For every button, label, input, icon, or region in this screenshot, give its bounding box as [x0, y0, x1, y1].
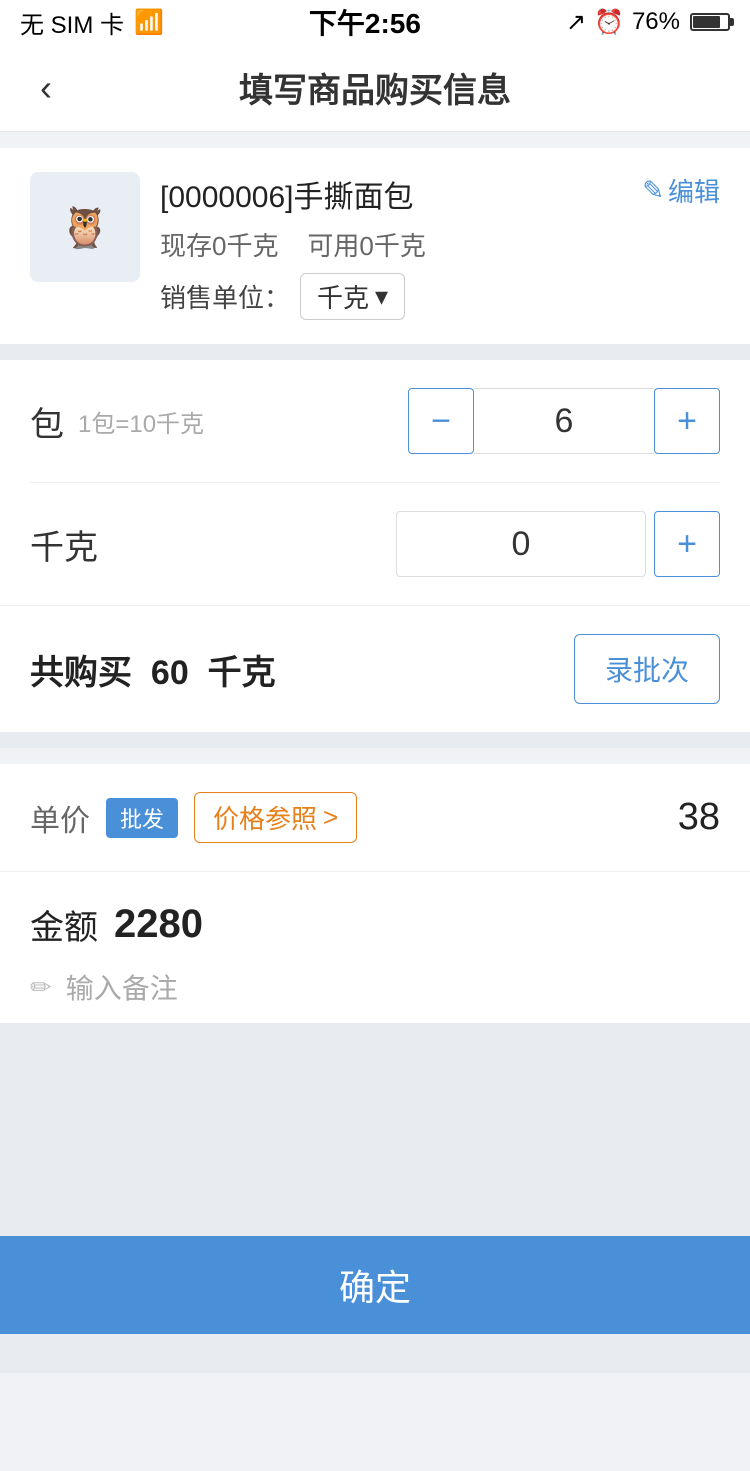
confirm-button[interactable]: 确定: [0, 1236, 750, 1334]
edit-icon: ✎: [642, 175, 664, 206]
qty-input-bao[interactable]: [474, 388, 654, 454]
price-label: 单价: [30, 796, 90, 840]
unit-dropdown-icon: ▾: [375, 281, 388, 312]
edit-label: 编辑: [668, 172, 720, 209]
price-tag: 批发: [106, 798, 178, 838]
pencil-icon: ✏: [30, 972, 52, 1003]
amount-row: 金额 2280: [30, 900, 720, 949]
alarm-icon: ⏰: [594, 8, 624, 37]
status-right: ↗ ⏰ 76%: [566, 8, 730, 37]
amount-label: 金额: [30, 900, 98, 949]
batch-button[interactable]: 录批次: [574, 634, 720, 704]
price-ref-button[interactable]: 价格参照 >: [194, 792, 357, 843]
location-icon: ↗: [566, 8, 586, 37]
nav-bar: ‹ 填写商品购买信息: [0, 44, 750, 132]
price-value: 38: [678, 796, 720, 839]
total-section: 共购买 60 千克 录批次: [0, 605, 750, 732]
page-title: 填写商品购买信息: [239, 63, 511, 112]
product-card: 🦉 [0000006]手撕面包 ✎ 编辑 现存0千克 可用0千克 销售单位： 千…: [0, 148, 750, 344]
total-amount: 60: [151, 654, 189, 692]
qty-plus-button[interactable]: +: [654, 388, 720, 454]
qty-minus-button[interactable]: −: [408, 388, 474, 454]
wifi-icon: 📶: [134, 8, 164, 37]
qty-plus-kg-button[interactable]: +: [654, 511, 720, 577]
status-bar: 无 SIM 卡 📶 下午2:56 ↗ ⏰ 76%: [0, 0, 750, 44]
unit-label: 销售单位：: [160, 278, 290, 315]
amount-value: 2280: [114, 902, 203, 947]
stock-text: 现存0千克: [160, 231, 278, 261]
section-divider-1: [0, 344, 750, 360]
product-stock: 现存0千克 可用0千克: [160, 226, 720, 263]
price-section: 单价 批发 价格参照 > 38: [0, 764, 750, 871]
product-thumb-icon: 🦉: [60, 204, 110, 251]
product-info: [0000006]手撕面包 ✎ 编辑 现存0千克 可用0千克 销售单位： 千克 …: [160, 172, 720, 320]
qty-label-kg: 千克: [30, 520, 98, 569]
battery-text: 76%: [632, 8, 680, 36]
section-divider-2: [0, 732, 750, 748]
qty-input-kg[interactable]: [396, 511, 646, 577]
unit-value: 千克: [317, 278, 369, 315]
quantity-controls-bao: − +: [408, 388, 720, 454]
amount-section: 金额 2280 ✏ 输入备注: [0, 871, 750, 1023]
price-ref-label: 价格参照: [213, 799, 317, 836]
remark-placeholder: 输入备注: [66, 967, 178, 1007]
status-time: 下午2:56: [309, 2, 421, 42]
price-row: 单价 批发 价格参照 > 38: [30, 792, 720, 843]
unit-select[interactable]: 千克 ▾: [300, 273, 405, 320]
product-name: [0000006]手撕面包: [160, 172, 413, 216]
product-thumbnail: 🦉: [30, 172, 140, 282]
edit-button[interactable]: ✎ 编辑: [642, 172, 720, 209]
qty-label-bao: 包: [30, 397, 64, 446]
total-unit: 千克: [208, 654, 276, 692]
quantity-controls-kg: +: [396, 511, 720, 577]
carrier-text: 无 SIM 卡: [20, 5, 124, 40]
total-text: 共购买 60 千克: [30, 645, 276, 694]
remark-row[interactable]: ✏ 输入备注: [30, 967, 720, 1007]
battery-fill: [693, 16, 720, 28]
status-left: 无 SIM 卡 📶: [20, 5, 164, 40]
quantity-row-kg: 千克 +: [30, 483, 720, 605]
quantity-row-bao: 包 1包=10千克 − +: [30, 360, 720, 483]
product-unit-row: 销售单位： 千克 ▾: [160, 273, 720, 320]
back-button[interactable]: ‹: [30, 57, 62, 119]
price-ref-arrow: >: [323, 802, 338, 833]
quantity-section: 包 1包=10千克 − + 千克 +: [0, 360, 750, 605]
qty-hint-bao: 1包=10千克: [78, 404, 204, 439]
battery-bar: [690, 13, 730, 31]
available-text: 可用0千克: [307, 231, 425, 261]
total-prefix: 共购买: [30, 654, 132, 692]
